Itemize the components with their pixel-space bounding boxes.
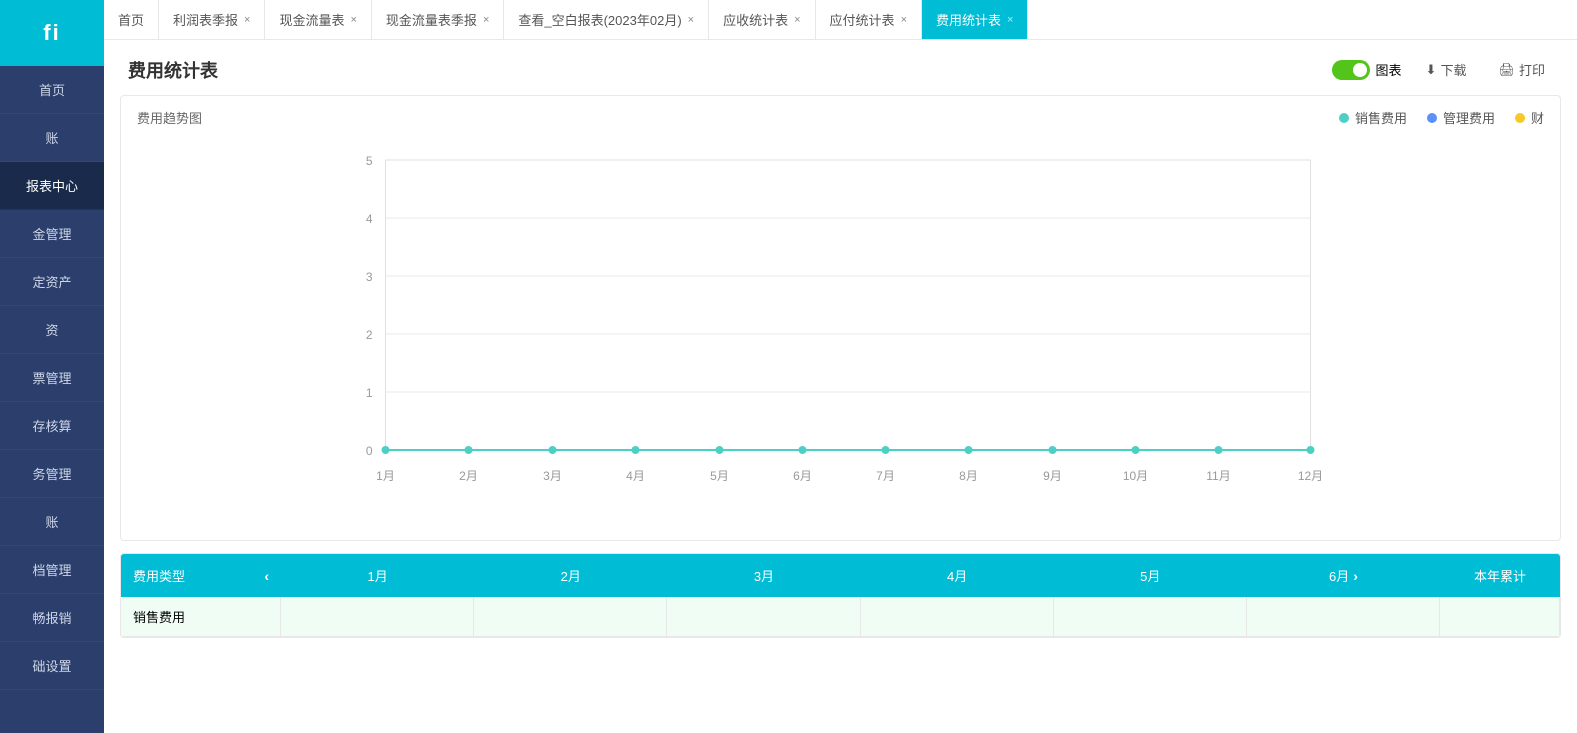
chart-container: 5 4 3 2 1 0 [137,135,1544,528]
sidebar-item-service[interactable]: 务管理 [0,450,104,498]
chart-legend: 销售费用 管理费用 财 [1339,108,1544,127]
tab-expense[interactable]: 费用统计表 × [922,0,1028,39]
svg-text:2: 2 [366,328,373,342]
legend-finance: 财 [1515,108,1544,127]
svg-text:4: 4 [366,212,373,226]
tab-close-profit[interactable]: × [244,14,250,26]
svg-text:7月: 7月 [876,469,895,483]
download-icon: ⬇ [1426,62,1437,78]
sidebar-item-inventory[interactable]: 存核算 [0,402,104,450]
td-m2 [474,597,667,636]
tab-close-cashflow[interactable]: × [350,14,356,26]
th-m4: 4月 [861,554,1054,597]
header-actions: 图表 ⬇ 下载 🖨 打印 [1332,56,1553,83]
sidebar-item-cash[interactable]: 金管理 [0,210,104,258]
tab-home[interactable]: 首页 [104,0,159,39]
chart-svg: 5 4 3 2 1 0 [137,135,1544,525]
table-header: 费用类型 ‹ 1月 2月 3月 4月 5月 6月 › 本年累计 [121,554,1560,597]
svg-text:5月: 5月 [710,469,729,483]
svg-text:3月: 3月 [543,469,562,483]
main-area: 首页 利润表季报 × 现金流量表 × 现金流量表季报 × 查看_空白报表(202… [104,0,1577,733]
sidebar-item-report[interactable]: 报表中心 [0,162,104,210]
svg-text:1: 1 [366,386,373,400]
tab-bar: 首页 利润表季报 × 现金流量表 × 现金流量表季报 × 查看_空白报表(202… [104,0,1577,40]
td-ytd [1440,597,1560,636]
svg-text:3: 3 [366,270,373,284]
th-m3: 3月 [667,554,860,597]
tab-cashflow[interactable]: 现金流量表 × [265,0,371,39]
th-type: 费用类型 ‹ [121,554,281,597]
chart-title: 费用趋势图 [137,108,202,127]
chart-toggle-label: 图表 [1376,60,1402,79]
th-m2: 2月 [474,554,667,597]
chart-header: 费用趋势图 销售费用 管理费用 财 [137,108,1544,127]
svg-text:11月: 11月 [1206,469,1230,483]
chart-toggle-wrap: 图表 [1332,60,1402,80]
sidebar-item-invoice[interactable]: 票管理 [0,354,104,402]
th-m5: 5月 [1054,554,1247,597]
table-row: 销售费用 [121,597,1560,637]
tab-close-cashflow-q[interactable]: × [483,14,489,26]
legend-dot-sales [1339,113,1349,123]
svg-text:9月: 9月 [1043,469,1062,483]
svg-text:12月: 12月 [1298,469,1323,483]
tab-cashflow-q[interactable]: 现金流量表季报 × [372,0,504,39]
tab-profit[interactable]: 利润表季报 × [159,0,265,39]
print-button[interactable]: 🖨 打印 [1490,56,1553,83]
tab-close-expense[interactable]: × [1007,14,1013,26]
sidebar-item-salary[interactable]: 资 [0,306,104,354]
td-m1 [281,597,474,636]
sidebar-item-account[interactable]: 账 [0,114,104,162]
tab-receivable[interactable]: 应收统计表 × [709,0,815,39]
th-ytd: 本年累计 [1440,554,1560,597]
svg-text:1月: 1月 [376,469,395,483]
data-table: 费用类型 ‹ 1月 2月 3月 4月 5月 6月 › 本年累计 销售费用 [120,553,1561,638]
content-area: 费用统计表 图表 ⬇ 下载 🖨 打印 费用趋势图 [104,40,1577,733]
page-header: 费用统计表 图表 ⬇ 下载 🖨 打印 [104,40,1577,95]
legend-dot-finance [1515,113,1525,123]
sidebar: fi 首页 账 报表中心 金管理 定资产 资 票管理 存核算 务管理 账 档管理… [0,0,104,733]
chart-toggle[interactable] [1332,60,1370,80]
download-button[interactable]: ⬇ 下载 [1418,56,1475,83]
table-nav-next[interactable]: › [1353,568,1358,584]
svg-text:6月: 6月 [793,469,812,483]
td-type: 销售费用 [121,597,281,636]
th-m6: 6月 › [1247,554,1440,597]
sidebar-item-assets[interactable]: 定资产 [0,258,104,306]
td-m4 [861,597,1054,636]
page-title: 费用统计表 [128,57,218,83]
legend-admin: 管理费用 [1427,108,1495,127]
sidebar-logo: fi [0,0,104,66]
svg-text:8月: 8月 [959,469,978,483]
chart-section: 费用趋势图 销售费用 管理费用 财 [120,95,1561,541]
table-nav-prev[interactable]: ‹ [264,568,269,584]
sidebar-item-home[interactable]: 首页 [0,66,104,114]
tab-close-blank-report[interactable]: × [688,14,694,26]
td-m5 [1054,597,1247,636]
legend-sales: 销售费用 [1339,108,1407,127]
sidebar-item-payable[interactable]: 账 [0,498,104,546]
svg-text:5: 5 [366,154,373,168]
sidebar-item-sales[interactable]: 畅报销 [0,594,104,642]
tab-close-receivable[interactable]: × [794,14,800,26]
tab-payable-tab[interactable]: 应付统计表 × [816,0,922,39]
tab-close-payable[interactable]: × [901,14,907,26]
legend-dot-admin [1427,113,1437,123]
td-m3 [667,597,860,636]
td-m6 [1247,597,1440,636]
sidebar-item-archive[interactable]: 档管理 [0,546,104,594]
svg-text:10月: 10月 [1123,469,1148,483]
svg-text:2月: 2月 [459,469,478,483]
svg-text:0: 0 [366,444,373,458]
tab-blank-report[interactable]: 查看_空白报表(2023年02月) × [504,0,709,39]
th-m1: 1月 [281,554,474,597]
print-icon: 🖨 [1498,62,1515,78]
sidebar-item-settings[interactable]: 础设置 [0,642,104,690]
svg-text:4月: 4月 [626,469,645,483]
